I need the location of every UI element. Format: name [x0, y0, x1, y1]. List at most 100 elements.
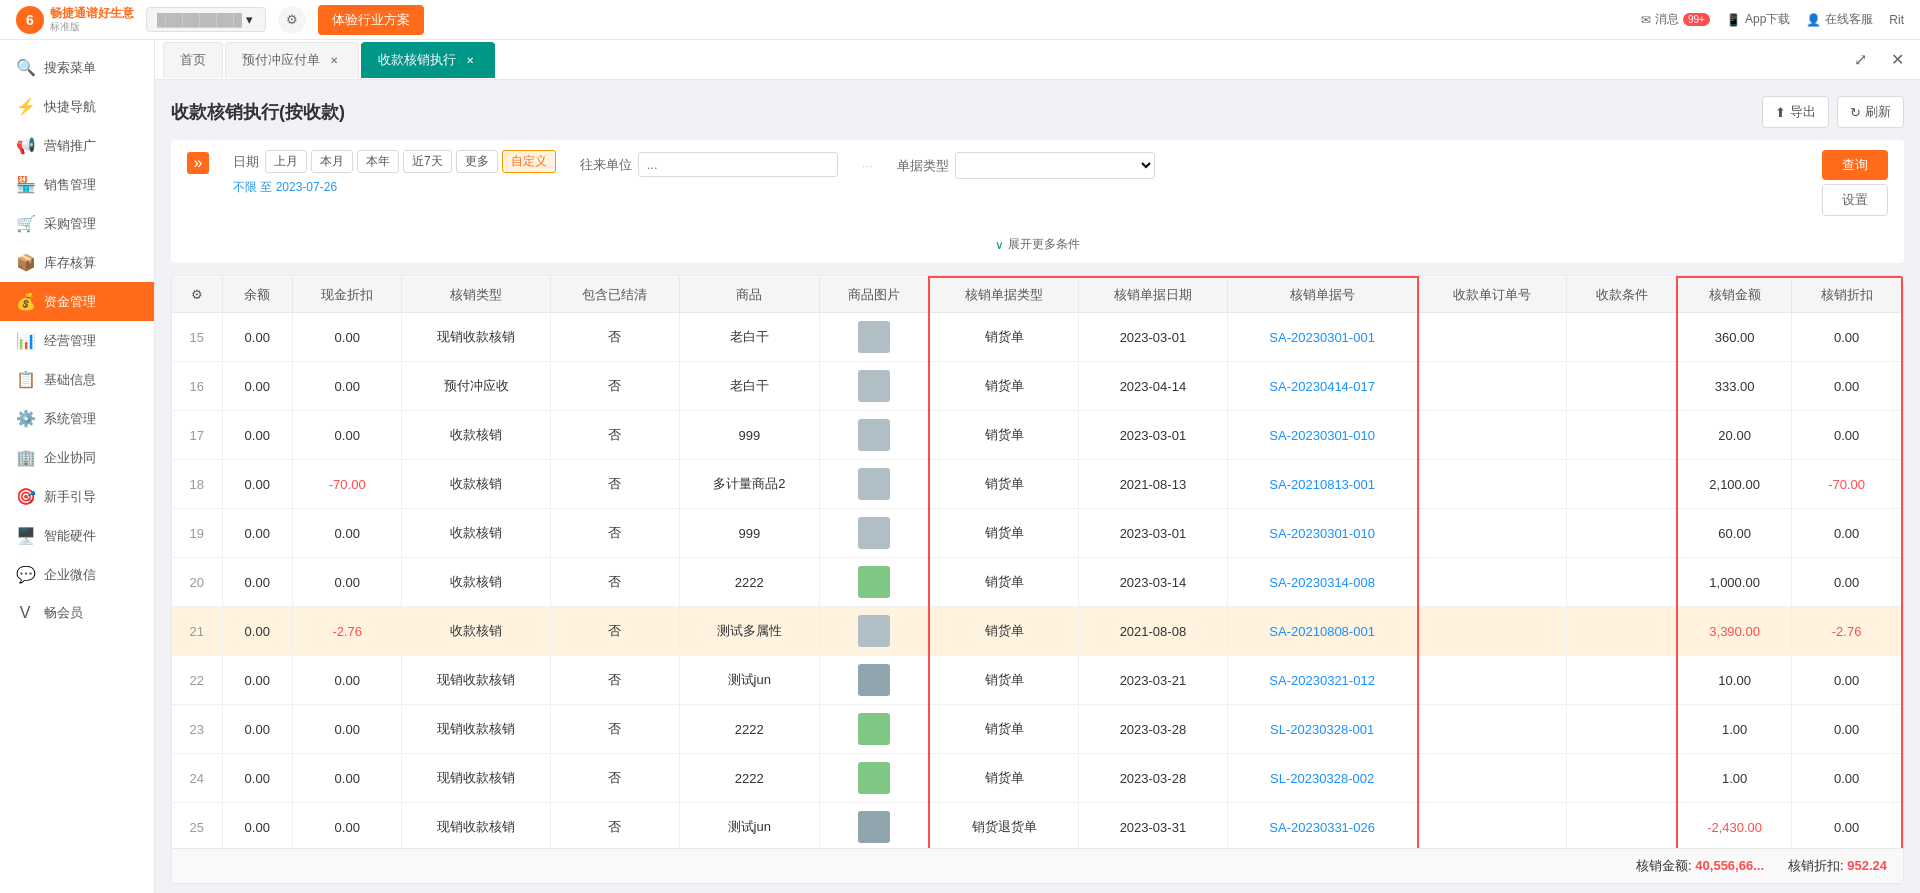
filter-settings-button[interactable]: 设置: [1822, 184, 1888, 216]
sidebar-item-vip[interactable]: V 畅会员: [0, 594, 154, 632]
offset-doc-no-link[interactable]: SL-20230328-002: [1270, 771, 1374, 786]
sidebar-item-purchase[interactable]: 🛒 采购管理: [0, 204, 154, 243]
online-service-label: 在线客服: [1825, 11, 1873, 28]
content-area: 首页 预付冲应付单 ✕ 收款核销执行 ✕ ⤢ ✕ 收款核销执行(按收款): [155, 40, 1920, 893]
data-table: ⚙ 余额 现金折扣 核销类型 包含已结清 商品 商品图片 核销单据类型 核销单据…: [172, 276, 1903, 848]
offset-doc-no-link[interactable]: SA-20230414-017: [1269, 379, 1375, 394]
tab-home[interactable]: 首页: [163, 42, 223, 78]
sidebar-label-quicknav: 快捷导航: [44, 98, 96, 116]
sidebar-item-sales[interactable]: 🏪 销售管理: [0, 165, 154, 204]
cell-offset-amount: 20.00: [1677, 411, 1792, 460]
cell-offset-type: 收款核销: [402, 558, 550, 607]
company-select[interactable]: ██████████ ▾: [146, 7, 266, 32]
trial-button[interactable]: 体验行业方案: [318, 5, 424, 35]
sidebar-item-finance[interactable]: 💰 资金管理: [0, 282, 154, 321]
cell-offset-type: 现销收款核销: [402, 754, 550, 803]
tab-receipt-offset[interactable]: 收款核销执行 ✕: [361, 42, 495, 78]
sidebar-item-search[interactable]: 🔍 搜索菜单: [0, 48, 154, 87]
cell-row-id: 22: [172, 656, 222, 705]
offset-doc-no-link[interactable]: SA-20230314-008: [1269, 575, 1375, 590]
cell-offset-amount: 2,100.00: [1677, 460, 1792, 509]
sidebar-item-wechat[interactable]: 💬 企业微信: [0, 555, 154, 594]
sidebar-label-basicinfo: 基础信息: [44, 371, 96, 389]
cell-cash-discount: -70.00: [292, 460, 401, 509]
settings-button[interactable]: ⚙: [278, 6, 306, 34]
online-service-item[interactable]: 👤 在线客服: [1806, 11, 1873, 28]
sidebar-item-system[interactable]: ⚙️ 系统管理: [0, 399, 154, 438]
sidebar-item-enterprise[interactable]: 🏢 企业协同: [0, 438, 154, 477]
sidebar-item-smarthw[interactable]: 🖥️ 智能硬件: [0, 516, 154, 555]
expand-conditions-btn[interactable]: ∨ 展开更多条件: [995, 236, 1080, 253]
filter-date-range: 不限 至 2023-07-26: [233, 179, 556, 196]
cell-receipt-order-no: [1418, 705, 1567, 754]
cell-row-id: 20: [172, 558, 222, 607]
filter-bar: » 日期 上月 本月 本年 近7天 更多 自定义: [171, 140, 1904, 263]
top-bar-left: 6 畅捷通谱好生意 标准版 ██████████ ▾ ⚙ 体验行业方案: [16, 5, 424, 35]
sidebar-item-quicknav[interactable]: ⚡ 快捷导航: [0, 87, 154, 126]
cell-cash-discount: 0.00: [292, 803, 401, 849]
sidebar-item-inventory[interactable]: 📦 库存核算: [0, 243, 154, 282]
app-download-item[interactable]: 📱 App下载: [1726, 11, 1790, 28]
cell-balance: 0.00: [222, 558, 292, 607]
sidebar-item-basicinfo[interactable]: 📋 基础信息: [0, 360, 154, 399]
cell-offset-doc-no: SA-20230301-010: [1227, 411, 1418, 460]
cell-offset-doc-date: 2023-03-01: [1079, 411, 1227, 460]
cell-offset-doc-date: 2023-03-31: [1079, 803, 1227, 849]
table-wrapper[interactable]: ⚙ 余额 现金折扣 核销类型 包含已结清 商品 商品图片 核销单据类型 核销单据…: [172, 276, 1903, 848]
cell-offset-doc-no: SA-20230321-012: [1227, 656, 1418, 705]
offset-doc-no-link[interactable]: SA-20230331-026: [1269, 820, 1375, 835]
offset-doc-no-link[interactable]: SA-20210813-001: [1269, 477, 1375, 492]
export-button[interactable]: ⬆ 导出: [1762, 96, 1829, 128]
tab-prepay-offset[interactable]: 预付冲应付单 ✕: [225, 42, 359, 78]
filter-custom-date[interactable]: 自定义: [502, 150, 556, 173]
messages-item[interactable]: ✉ 消息 99+: [1641, 11, 1710, 28]
offset-doc-no-link[interactable]: SA-20230321-012: [1269, 673, 1375, 688]
offset-doc-no-link[interactable]: SA-20230301-001: [1269, 330, 1375, 345]
cell-row-id: 18: [172, 460, 222, 509]
cell-offset-doc-type: 销货单: [929, 656, 1078, 705]
cell-receipt-order-no: [1418, 313, 1567, 362]
offset-doc-no-link[interactable]: SA-20230301-010: [1269, 428, 1375, 443]
offset-doc-no-link[interactable]: SA-20210808-001: [1269, 624, 1375, 639]
offset-doc-no-link[interactable]: SL-20230328-001: [1270, 722, 1374, 737]
filter-this-year[interactable]: 本年: [357, 150, 399, 173]
col-header-gear[interactable]: ⚙: [172, 277, 222, 313]
filter-toggle-btn[interactable]: »: [187, 152, 209, 174]
cell-offset-type: 现销收款核销: [402, 656, 550, 705]
filter-source-input[interactable]: [638, 152, 838, 177]
filter-7days[interactable]: 近7天: [403, 150, 452, 173]
filter-date-buttons: 上月 本月 本年 近7天 更多 自定义: [265, 150, 556, 173]
cell-offset-doc-date: 2023-04-14: [1079, 362, 1227, 411]
cell-offset-doc-date: 2021-08-13: [1079, 460, 1227, 509]
cell-offset-doc-no: SA-20230414-017: [1227, 362, 1418, 411]
tab-receipt-close[interactable]: ✕: [462, 52, 478, 68]
offset-doc-no-link[interactable]: SA-20230301-010: [1269, 526, 1375, 541]
col-header-offset-doc-type: 核销单据类型: [929, 277, 1078, 313]
sidebar-item-newbie[interactable]: 🎯 新手引导: [0, 477, 154, 516]
refresh-button[interactable]: ↻ 刷新: [1837, 96, 1904, 128]
tab-prepay-close[interactable]: ✕: [326, 52, 342, 68]
table-row: 21 0.00 -2.76 收款核销 否 测试多属性 销货单 2021-08-0…: [172, 607, 1902, 656]
system-icon: ⚙️: [16, 409, 34, 428]
sidebar-item-operation[interactable]: 📊 经营管理: [0, 321, 154, 360]
user-info[interactable]: Rit: [1889, 13, 1904, 27]
tab-maximize-btn[interactable]: ⤢: [1846, 46, 1875, 73]
cell-offset-discount: 0.00: [1792, 754, 1902, 803]
filter-last-month[interactable]: 上月: [265, 150, 307, 173]
cell-cash-discount: -2.76: [292, 607, 401, 656]
col-header-include-closed: 包含已结清: [550, 277, 679, 313]
cell-offset-type: 现销收款核销: [402, 313, 550, 362]
filter-this-month[interactable]: 本月: [311, 150, 353, 173]
cell-receipt-condition: [1567, 607, 1677, 656]
query-button[interactable]: 查询: [1822, 150, 1888, 180]
filter-more-dates[interactable]: 更多: [456, 150, 498, 173]
company-name-display: ██████████: [157, 13, 242, 27]
expand-btn-label: 展开更多条件: [1008, 236, 1080, 253]
top-bar: 6 畅捷通谱好生意 标准版 ██████████ ▾ ⚙ 体验行业方案 ✉ 消息…: [0, 0, 1920, 40]
tab-close-all-btn[interactable]: ✕: [1883, 46, 1912, 73]
sidebar-item-marketing[interactable]: 📢 营销推广: [0, 126, 154, 165]
col-header-balance: 余额: [222, 277, 292, 313]
cell-offset-doc-no: SA-20230331-026: [1227, 803, 1418, 849]
cell-offset-doc-type: 销货单: [929, 313, 1078, 362]
filter-doctype-select[interactable]: [955, 152, 1155, 179]
